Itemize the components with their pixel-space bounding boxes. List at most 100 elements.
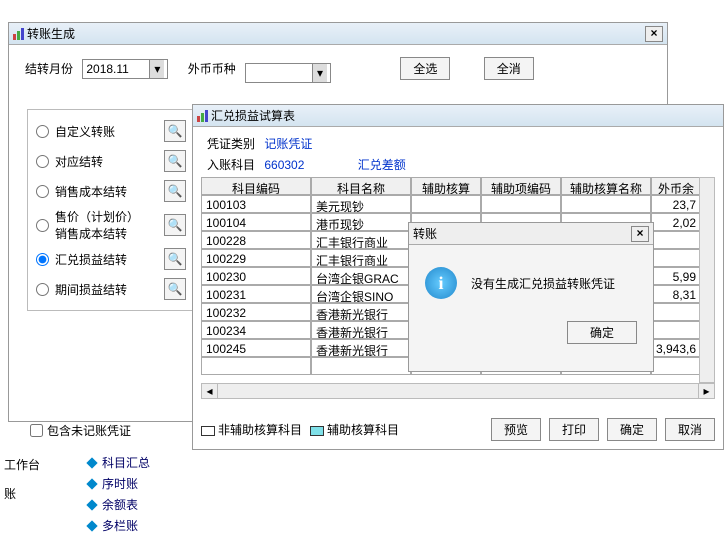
transfer-type-panel: 自定义转账 🔍 对应结转 🔍 销售成本结转 🔍 售价（计划价） 销售成本结转 🔍… (27, 109, 195, 311)
dialog-message: 没有生成汇兑损益转账凭证 (471, 275, 615, 292)
horizontal-scrollbar[interactable]: ◂ ▸ (201, 383, 715, 399)
close-icon[interactable]: × (645, 26, 663, 42)
workbench-label[interactable]: 工作台 (0, 454, 44, 475)
col-auxcode[interactable]: 辅助项编码 (481, 177, 561, 195)
scroll-left-icon[interactable]: ◂ (202, 384, 218, 398)
search-icon[interactable]: 🔍 (164, 120, 186, 142)
window-title: 转账生成 (27, 25, 645, 42)
cell-name: 美元现钞 (311, 195, 411, 213)
cell-code: 100229 (201, 249, 311, 267)
chevron-down-icon[interactable]: ▾ (149, 60, 164, 78)
sidebar-item-journal[interactable]: 序时账 (88, 473, 150, 494)
dialog-title: 转账 (413, 225, 631, 242)
col-aux[interactable]: 辅助核算 (411, 177, 481, 195)
swatch-white (201, 426, 215, 436)
month-combo[interactable]: 2018.11 ▾ (82, 59, 168, 79)
search-icon[interactable]: 🔍 (164, 214, 186, 236)
entry-acct-label: 入账科目 (207, 158, 255, 172)
cell-bal (651, 249, 699, 267)
voucher-type-value[interactable]: 记账凭证 (264, 137, 312, 151)
col-code[interactable]: 科目编码 (201, 177, 311, 195)
cell-bal: 5,99 (651, 267, 699, 285)
deselect-all-button[interactable]: 全消 (484, 57, 534, 80)
app-icon (197, 110, 211, 122)
voucher-type-label: 凭证类别 (207, 137, 255, 151)
radio-input[interactable] (36, 185, 49, 198)
radio-planprice[interactable]: 售价（计划价） 销售成本结转 🔍 (30, 206, 192, 244)
info-icon: i (425, 267, 457, 299)
select-all-button[interactable]: 全选 (400, 57, 450, 80)
window-title: 汇兑损益试算表 (211, 107, 719, 124)
cell-name: 港币现钞 (311, 213, 411, 231)
cell-auxcode (481, 195, 561, 213)
close-icon[interactable]: × (631, 226, 649, 242)
col-name[interactable]: 科目名称 (311, 177, 411, 195)
radio-label: 对应结转 (55, 153, 103, 170)
diamond-icon (86, 457, 97, 468)
ok-button[interactable]: 确定 (607, 418, 657, 441)
radio-input[interactable] (36, 283, 49, 296)
cell-name: 台湾企银GRAC (311, 267, 411, 285)
radio-corresp[interactable]: 对应结转 🔍 (30, 146, 192, 176)
cell-bal: 2,02 (651, 213, 699, 231)
include-unposted-row[interactable]: 包含未记账凭证 (30, 422, 131, 439)
form-area: 凭证类别 记账凭证 入账科目 660302 汇兑差额 (193, 127, 723, 181)
currency-combo[interactable]: ▾ (245, 63, 331, 83)
radio-input[interactable] (36, 155, 49, 168)
dialog-body: i 没有生成汇兑损益转账凭证 (409, 245, 653, 321)
acct-label[interactable]: 账 (0, 483, 44, 504)
radio-input[interactable] (36, 253, 49, 266)
legend-aux: 辅助核算科目 (310, 421, 399, 438)
radio-salecost[interactable]: 销售成本结转 🔍 (30, 176, 192, 206)
cell-code: 100103 (201, 195, 311, 213)
search-icon[interactable]: 🔍 (164, 248, 186, 270)
cell-auxname (561, 195, 651, 213)
cell-code: 100230 (201, 267, 311, 285)
preview-button[interactable]: 预览 (491, 418, 541, 441)
cell-code: 100232 (201, 303, 311, 321)
legend-label: 辅助核算科目 (327, 423, 399, 437)
radio-custom[interactable]: 自定义转账 🔍 (30, 116, 192, 146)
legend-label: 非辅助核算科目 (218, 423, 302, 437)
titlebar: 汇兑损益试算表 (193, 105, 723, 127)
footer: 非辅助核算科目 辅助核算科目 预览 打印 确定 取消 (201, 418, 715, 441)
table-header: 科目编码 科目名称 辅助核算 辅助项编码 辅助核算名称 外币余 (201, 177, 699, 195)
table-row[interactable]: 100103美元现钞23,7 (201, 195, 699, 213)
titlebar: 转账 × (409, 223, 653, 245)
sidebar-item-multi[interactable]: 多栏账 (88, 515, 150, 536)
include-unposted-label: 包含未记账凭证 (47, 422, 131, 439)
cell-bal (651, 231, 699, 249)
diamond-icon (86, 478, 97, 489)
radio-exchange[interactable]: 汇兑损益结转 🔍 (30, 244, 192, 274)
radio-input[interactable] (36, 219, 49, 232)
radio-label: 售价（计划价） 销售成本结转 (55, 208, 139, 242)
scroll-right-icon[interactable]: ▸ (698, 384, 714, 398)
radio-label: 销售成本结转 (55, 183, 127, 200)
line2: 销售成本结转 (55, 227, 127, 241)
search-icon[interactable]: 🔍 (164, 180, 186, 202)
cancel-button[interactable]: 取消 (665, 418, 715, 441)
radio-label: 自定义转账 (55, 123, 115, 140)
radio-input[interactable] (36, 125, 49, 138)
sidebar: 工作台 账 (0, 454, 44, 504)
sidebar-item-summary[interactable]: 科目汇总 (88, 452, 150, 473)
radio-period[interactable]: 期间损益结转 🔍 (30, 274, 192, 304)
vertical-scrollbar[interactable] (699, 177, 715, 383)
dialog-ok-button[interactable]: 确定 (567, 321, 637, 344)
chevron-down-icon[interactable]: ▾ (312, 64, 327, 82)
search-icon[interactable]: 🔍 (164, 150, 186, 172)
cell-code: 100234 (201, 321, 311, 339)
col-auxname[interactable]: 辅助核算名称 (561, 177, 651, 195)
sidebar-item-label: 余额表 (102, 496, 138, 513)
search-icon[interactable]: 🔍 (164, 278, 186, 300)
app-icon (13, 28, 27, 40)
line1: 售价（计划价） (55, 210, 139, 224)
include-unposted-checkbox[interactable] (30, 424, 43, 437)
entry-acct-value[interactable]: 660302 (264, 158, 304, 172)
col-fcbal[interactable]: 外币余 (651, 177, 699, 195)
exchange-diff[interactable]: 汇兑差额 (358, 158, 406, 172)
print-button[interactable]: 打印 (549, 418, 599, 441)
cell-bal (651, 321, 699, 339)
swatch-cyan (310, 426, 324, 436)
sidebar-item-balance[interactable]: 余额表 (88, 494, 150, 515)
